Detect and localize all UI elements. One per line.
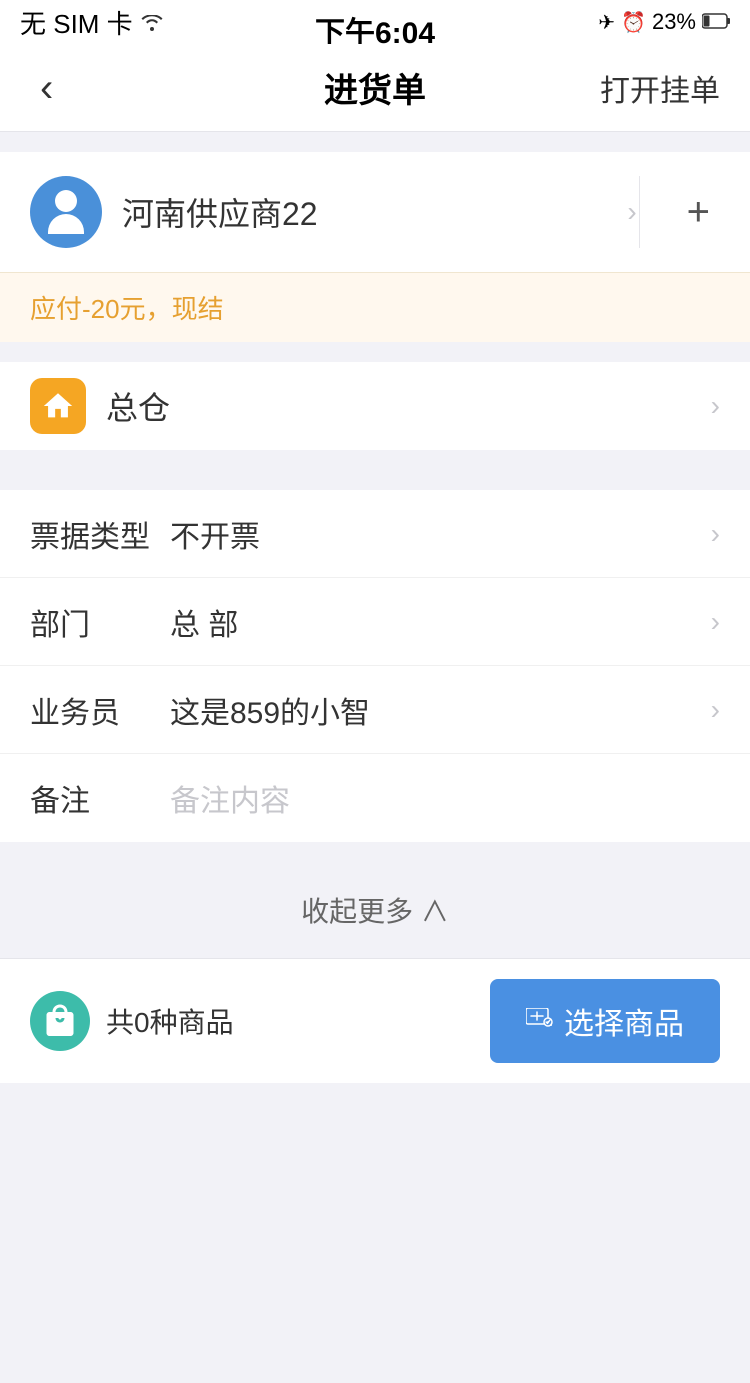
avatar-body [48, 214, 84, 234]
warehouse-name: 总仓 [106, 383, 711, 429]
supplier-section: 河南供应商22 › + 应付-20元，现结 [0, 152, 750, 342]
supplier-chevron-icon: › [627, 196, 636, 228]
open-pending-button[interactable]: 打开挂单 [600, 66, 720, 110]
remark-row[interactable]: 备注 备注内容 [0, 754, 750, 842]
department-value: 总 部 [170, 600, 711, 644]
salesperson-label: 业务员 [30, 688, 170, 732]
warehouse-section: 总仓 › [0, 362, 750, 450]
product-count-text: 共0种商品 [106, 1001, 234, 1041]
salesperson-row[interactable]: 业务员 这是859的小智 › [0, 666, 750, 754]
remark-placeholder: 备注内容 [170, 776, 720, 820]
salesperson-chevron-icon: › [711, 694, 720, 726]
select-product-button[interactable]: 选择商品 [490, 979, 720, 1063]
bottom-bar: 共0种商品 选择商品 [0, 958, 750, 1083]
carrier-text: 无 SIM 卡 [20, 4, 133, 41]
battery-text: 23% [652, 9, 696, 35]
status-carrier: 无 SIM 卡 [20, 4, 163, 41]
page-title: 进货单 [324, 63, 426, 112]
select-product-icon [526, 1005, 554, 1037]
status-bar: 无 SIM 卡 下午6:04 ✈ ⏰ 23% [0, 0, 750, 44]
remark-label: 备注 [30, 776, 170, 820]
avatar-head [55, 190, 77, 212]
salesperson-value: 这是859的小智 [170, 688, 711, 732]
product-count-area: 共0种商品 [30, 991, 234, 1051]
supplier-row[interactable]: 河南供应商22 › + [0, 152, 750, 272]
section-divider-3 [0, 450, 750, 470]
invoice-type-row[interactable]: 票据类型 不开票 › [0, 490, 750, 578]
invoice-type-label: 票据类型 [30, 512, 170, 556]
invoice-type-value: 不开票 [170, 512, 711, 556]
form-section: 票据类型 不开票 › 部门 总 部 › 业务员 这是859的小智 › 备注 备注… [0, 490, 750, 842]
nav-bar: ‹ 进货单 打开挂单 [0, 44, 750, 132]
warehouse-row[interactable]: 总仓 › [0, 362, 750, 450]
collapse-section: 收起更多 ∧ [0, 862, 750, 958]
supplier-name: 河南供应商22 [122, 189, 627, 235]
gray-area [0, 1083, 750, 1383]
back-button[interactable]: ‹ [30, 58, 63, 118]
add-supplier-button[interactable]: + [677, 190, 720, 235]
status-indicators: ✈ ⏰ 23% [598, 8, 730, 36]
product-icon [30, 991, 90, 1051]
section-divider-1 [0, 132, 750, 152]
warehouse-chevron-icon: › [711, 390, 720, 422]
battery-icon [702, 8, 730, 36]
department-row[interactable]: 部门 总 部 › [0, 578, 750, 666]
section-divider-2 [0, 342, 750, 362]
invoice-chevron-icon: › [711, 518, 720, 550]
select-product-label: 选择商品 [564, 999, 684, 1043]
collapse-button[interactable]: 收起更多 ∧ [301, 896, 449, 927]
supplier-avatar [30, 176, 102, 248]
wifi-icon [141, 7, 163, 38]
department-label: 部门 [30, 600, 170, 644]
warehouse-icon [30, 378, 86, 434]
notice-text: 应付-20元，现结 [30, 294, 224, 324]
location-icon: ✈ [598, 10, 615, 35]
supplier-divider [639, 176, 640, 248]
department-chevron-icon: › [711, 606, 720, 638]
notice-bar: 应付-20元，现结 [0, 272, 750, 342]
alarm-icon: ⏰ [621, 10, 646, 35]
